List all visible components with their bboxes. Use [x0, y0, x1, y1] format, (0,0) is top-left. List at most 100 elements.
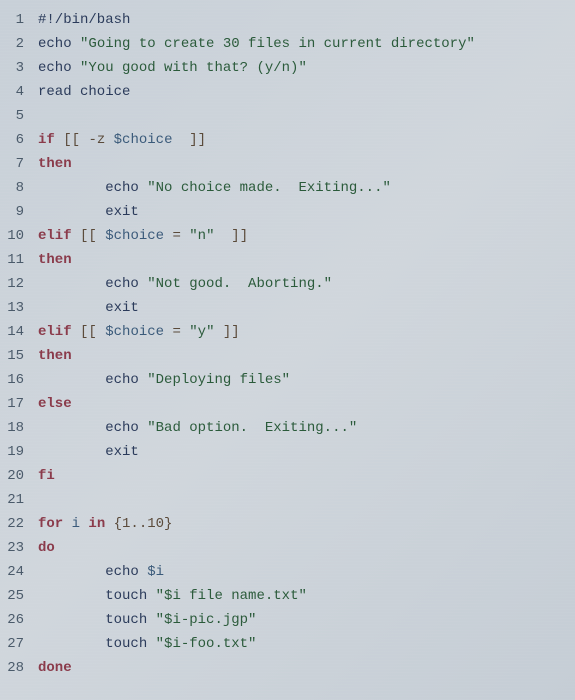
token-kw: else [38, 396, 72, 412]
token-var: $choice [105, 228, 164, 244]
token-cmd: touch [105, 612, 155, 628]
token-op: ]] [214, 228, 248, 244]
code-content: #!/bin/bash [38, 8, 130, 32]
code-line: 4read choice [0, 80, 575, 104]
code-content: touch "$i-foo.txt" [38, 632, 256, 656]
token-kw: elif [38, 228, 80, 244]
code-line: 20fi [0, 464, 575, 488]
code-line: 3echo "You good with that? (y/n)" [0, 56, 575, 80]
code-line: 9 exit [0, 200, 575, 224]
token-cmd: exit [105, 204, 139, 220]
code-line: 13 exit [0, 296, 575, 320]
code-content: then [38, 248, 72, 272]
code-content: echo "Deploying files" [38, 368, 290, 392]
token-kw: do [38, 540, 55, 556]
line-number: 18 [0, 416, 38, 440]
code-editor: 1#!/bin/bash2echo "Going to create 30 fi… [0, 0, 575, 688]
token-kw: for [38, 516, 72, 532]
line-number: 3 [0, 56, 38, 80]
line-number: 16 [0, 368, 38, 392]
code-line: 10elif [[ $choice = "n" ]] [0, 224, 575, 248]
code-content: if [[ -z $choice ]] [38, 128, 206, 152]
line-number: 7 [0, 152, 38, 176]
token-str: "Bad option. Exiting..." [147, 420, 357, 436]
code-line: 7then [0, 152, 575, 176]
token-str: "n" [189, 228, 214, 244]
token-plain [38, 300, 105, 316]
code-content: for i in {1..10} [38, 512, 172, 536]
token-str: "Going to create 30 files in current dir… [80, 36, 475, 52]
line-number: 1 [0, 8, 38, 32]
token-cmd: exit [105, 300, 139, 316]
token-var: $choice [114, 132, 173, 148]
code-content: done [38, 656, 72, 680]
code-content: do [38, 536, 55, 560]
line-number: 4 [0, 80, 38, 104]
token-cmd: echo [105, 180, 147, 196]
token-kw: done [38, 660, 72, 676]
code-content: else [38, 392, 72, 416]
code-line: 11then [0, 248, 575, 272]
line-number: 28 [0, 656, 38, 680]
line-number: 20 [0, 464, 38, 488]
code-line: 15then [0, 344, 575, 368]
token-str: "Deploying files" [147, 372, 290, 388]
token-var: i [72, 516, 80, 532]
code-line: 6if [[ -z $choice ]] [0, 128, 575, 152]
token-cmd: echo [38, 60, 80, 76]
code-line: 17else [0, 392, 575, 416]
code-content: then [38, 344, 72, 368]
code-content: exit [38, 200, 139, 224]
token-kw: in [80, 516, 114, 532]
token-plain [38, 180, 105, 196]
token-op: = [164, 228, 189, 244]
line-number: 9 [0, 200, 38, 224]
token-var: $i [147, 564, 164, 580]
token-plain [38, 564, 105, 580]
token-str: "You good with that? (y/n)" [80, 60, 307, 76]
token-str: "Not good. Aborting." [147, 276, 332, 292]
line-number: 12 [0, 272, 38, 296]
line-number: 24 [0, 560, 38, 584]
code-content: touch "$i file name.txt" [38, 584, 307, 608]
line-number: 2 [0, 32, 38, 56]
token-plain [38, 372, 105, 388]
code-content: read choice [38, 80, 130, 104]
token-kw: if [38, 132, 63, 148]
token-kw: then [38, 348, 72, 364]
token-kw: elif [38, 324, 80, 340]
token-plain [38, 444, 105, 460]
token-kw: then [38, 156, 72, 172]
line-number: 27 [0, 632, 38, 656]
code-line: 5 [0, 104, 575, 128]
code-line: 16 echo "Deploying files" [0, 368, 575, 392]
code-content: touch "$i-pic.jgp" [38, 608, 256, 632]
line-number: 10 [0, 224, 38, 248]
code-content: echo $i [38, 560, 164, 584]
code-line: 28done [0, 656, 575, 680]
token-plain [38, 588, 105, 604]
token-cmd: echo [38, 36, 80, 52]
line-number: 13 [0, 296, 38, 320]
token-op: {1..10} [114, 516, 173, 532]
token-cmd: echo [105, 420, 147, 436]
token-op: ]] [214, 324, 239, 340]
line-number: 23 [0, 536, 38, 560]
line-number: 11 [0, 248, 38, 272]
line-number: 14 [0, 320, 38, 344]
token-kw: then [38, 252, 72, 268]
code-line: 8 echo "No choice made. Exiting..." [0, 176, 575, 200]
code-content: elif [[ $choice = "n" ]] [38, 224, 248, 248]
token-cmd: echo [105, 276, 147, 292]
token-str: "y" [189, 324, 214, 340]
code-line: 19 exit [0, 440, 575, 464]
token-plain [38, 276, 105, 292]
code-content: echo "You good with that? (y/n)" [38, 56, 307, 80]
code-line: 23do [0, 536, 575, 560]
line-number: 21 [0, 488, 38, 512]
code-line: 22for i in {1..10} [0, 512, 575, 536]
code-line: 25 touch "$i file name.txt" [0, 584, 575, 608]
token-var: $choice [105, 324, 164, 340]
code-content: exit [38, 296, 139, 320]
token-cmd: exit [105, 444, 139, 460]
